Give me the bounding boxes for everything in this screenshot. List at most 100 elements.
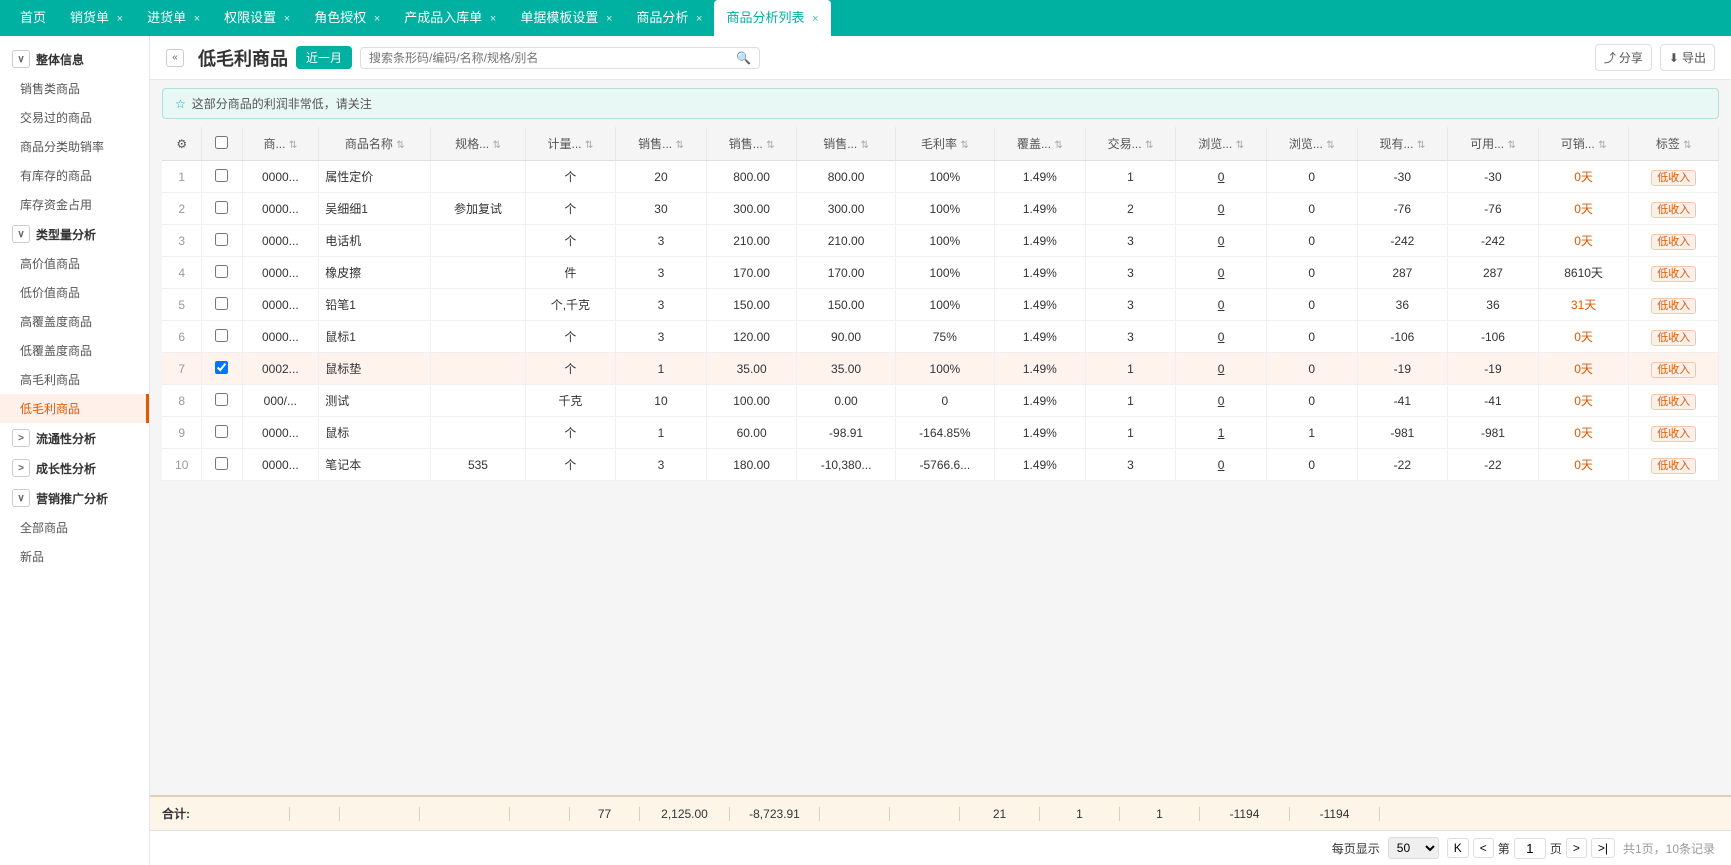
share-btn[interactable]: ⤴ 分享 (1595, 44, 1652, 71)
sidebar-group-type-title[interactable]: ∨ 类型量分析 (0, 219, 149, 249)
th-checkbox[interactable] (202, 127, 242, 161)
row-checkbox[interactable] (215, 265, 228, 278)
cell-browse1[interactable]: 0 (1176, 321, 1267, 353)
cell-browse1[interactable]: 0 (1176, 225, 1267, 257)
sidebar-item-low-coverage[interactable]: 低覆盖度商品 (0, 336, 149, 365)
nav-product-entry[interactable]: 产成品入库单 × (392, 0, 508, 36)
cell-checkbox[interactable] (202, 193, 242, 225)
sidebar-group-overall-title[interactable]: ∨ 整体信息 (0, 44, 149, 74)
sidebar-group-marketing-title[interactable]: ∨ 营销推广分析 (0, 483, 149, 513)
filter-recent-month-btn[interactable]: 近一月 (296, 46, 352, 69)
nav-sales-close[interactable]: × (117, 13, 123, 25)
th-coverage[interactable]: 覆盖... ⇅ (995, 127, 1086, 161)
row-checkbox[interactable] (215, 457, 228, 470)
nav-role-close[interactable]: × (374, 13, 380, 25)
th-name[interactable]: 商品名称 ⇅ (319, 127, 431, 161)
sidebar-item-sales-goods[interactable]: 销售类商品 (0, 74, 149, 103)
th-current-stock[interactable]: 现有... ⇅ (1357, 127, 1448, 161)
search-input[interactable] (369, 51, 736, 65)
th-sale-profit[interactable]: 销售... ⇅ (797, 127, 895, 161)
nav-product-analysis-list[interactable]: 商品分析列表 × (714, 0, 830, 36)
row-checkbox[interactable] (215, 329, 228, 342)
next-page-btn[interactable]: > (1566, 838, 1587, 858)
row-checkbox[interactable] (215, 361, 228, 374)
th-gross-margin[interactable]: 毛利率 ⇅ (895, 127, 994, 161)
sidebar-item-high-value[interactable]: 高价值商品 (0, 249, 149, 278)
nav-template[interactable]: 单据模板设置 × (508, 0, 624, 36)
cell-checkbox[interactable] (202, 353, 242, 385)
last-page-btn[interactable]: >| (1591, 838, 1615, 858)
sidebar-item-high-margin[interactable]: 高毛利商品 (0, 365, 149, 394)
th-code[interactable]: 商... ⇅ (242, 127, 319, 161)
th-tag[interactable]: 标签 ⇅ (1629, 127, 1719, 161)
collapse-type-icon[interactable]: ∨ (12, 225, 30, 243)
cell-browse1[interactable]: 0 (1176, 385, 1267, 417)
nav-template-close[interactable]: × (606, 13, 612, 25)
cell-checkbox[interactable] (202, 225, 242, 257)
export-btn[interactable]: ⬇ 导出 (1660, 44, 1715, 71)
sidebar-group-growth-title[interactable]: > 成长性分析 (0, 453, 149, 483)
row-checkbox[interactable] (215, 393, 228, 406)
cell-browse1[interactable]: 0 (1176, 257, 1267, 289)
nav-analysis-list-close[interactable]: × (812, 13, 818, 25)
nav-sales[interactable]: 销货单 × (58, 0, 135, 36)
collapse-circulation-icon[interactable]: > (12, 429, 30, 447)
page-size-select[interactable]: 50 100 200 (1388, 837, 1439, 859)
nav-product-analysis[interactable]: 商品分析 × (624, 0, 714, 36)
sidebar-item-all-goods[interactable]: 全部商品 (0, 513, 149, 542)
cell-browse1[interactable]: 0 (1176, 161, 1267, 193)
th-available[interactable]: 可用... ⇅ (1448, 127, 1539, 161)
th-unit[interactable]: 计量... ⇅ (525, 127, 616, 161)
th-settings[interactable]: ⚙ (162, 127, 202, 161)
sidebar-collapse-btn[interactable]: « (166, 49, 184, 67)
row-checkbox[interactable] (215, 201, 228, 214)
th-spec[interactable]: 规格... ⇅ (431, 127, 525, 161)
cell-browse1[interactable]: 0 (1176, 193, 1267, 225)
th-browse1[interactable]: 浏览... ⇅ (1176, 127, 1267, 161)
first-page-btn[interactable]: K (1447, 838, 1469, 858)
th-sale-amount[interactable]: 销售... ⇅ (706, 127, 797, 161)
row-checkbox[interactable] (215, 169, 228, 182)
sidebar-item-stock-funds[interactable]: 库存资金占用 (0, 190, 149, 219)
nav-role-auth[interactable]: 角色授权 × (302, 0, 392, 36)
prev-page-btn[interactable]: < (1473, 838, 1494, 858)
nav-permissions-close[interactable]: × (284, 13, 290, 25)
sidebar-item-low-value[interactable]: 低价值商品 (0, 278, 149, 307)
nav-purchase-close[interactable]: × (194, 13, 200, 25)
cell-browse1[interactable]: 0 (1176, 449, 1267, 481)
row-checkbox[interactable] (215, 233, 228, 246)
collapse-marketing-icon[interactable]: ∨ (12, 489, 30, 507)
cell-checkbox[interactable] (202, 161, 242, 193)
nav-home[interactable]: 首页 (8, 0, 58, 36)
cell-checkbox[interactable] (202, 417, 242, 449)
row-checkbox[interactable] (215, 425, 228, 438)
nav-permissions[interactable]: 权限设置 × (212, 0, 302, 36)
sidebar-item-low-margin[interactable]: 低毛利商品 (0, 394, 149, 423)
collapse-growth-icon[interactable]: > (12, 459, 30, 477)
sidebar-item-high-coverage[interactable]: 高覆盖度商品 (0, 307, 149, 336)
cell-browse1[interactable]: 1 (1176, 417, 1267, 449)
page-number-input[interactable] (1514, 838, 1546, 859)
cell-browse1[interactable]: 0 (1176, 353, 1267, 385)
sidebar-item-in-stock[interactable]: 有库存的商品 (0, 161, 149, 190)
cell-checkbox[interactable] (202, 257, 242, 289)
row-checkbox[interactable] (215, 297, 228, 310)
cell-checkbox[interactable] (202, 385, 242, 417)
cell-checkbox[interactable] (202, 289, 242, 321)
nav-analysis-close[interactable]: × (696, 13, 702, 25)
th-saleable[interactable]: 可销... ⇅ (1538, 127, 1629, 161)
nav-product-close[interactable]: × (490, 13, 496, 25)
nav-purchase[interactable]: 进货单 × (135, 0, 212, 36)
sidebar-item-new-goods[interactable]: 新品 (0, 542, 149, 571)
cell-checkbox[interactable] (202, 321, 242, 353)
th-trade-count[interactable]: 交易... ⇅ (1085, 127, 1176, 161)
cell-checkbox[interactable] (202, 449, 242, 481)
select-all-checkbox[interactable] (215, 136, 228, 149)
th-browse2[interactable]: 浏览... ⇅ (1266, 127, 1357, 161)
sidebar-group-circulation-title[interactable]: > 流通性分析 (0, 423, 149, 453)
th-sale-qty[interactable]: 销售... ⇅ (616, 127, 707, 161)
sidebar-item-traded-goods[interactable]: 交易过的商品 (0, 103, 149, 132)
cell-browse1[interactable]: 0 (1176, 289, 1267, 321)
sidebar-item-category-rate[interactable]: 商品分类助销率 (0, 132, 149, 161)
collapse-overall-icon[interactable]: ∨ (12, 50, 30, 68)
